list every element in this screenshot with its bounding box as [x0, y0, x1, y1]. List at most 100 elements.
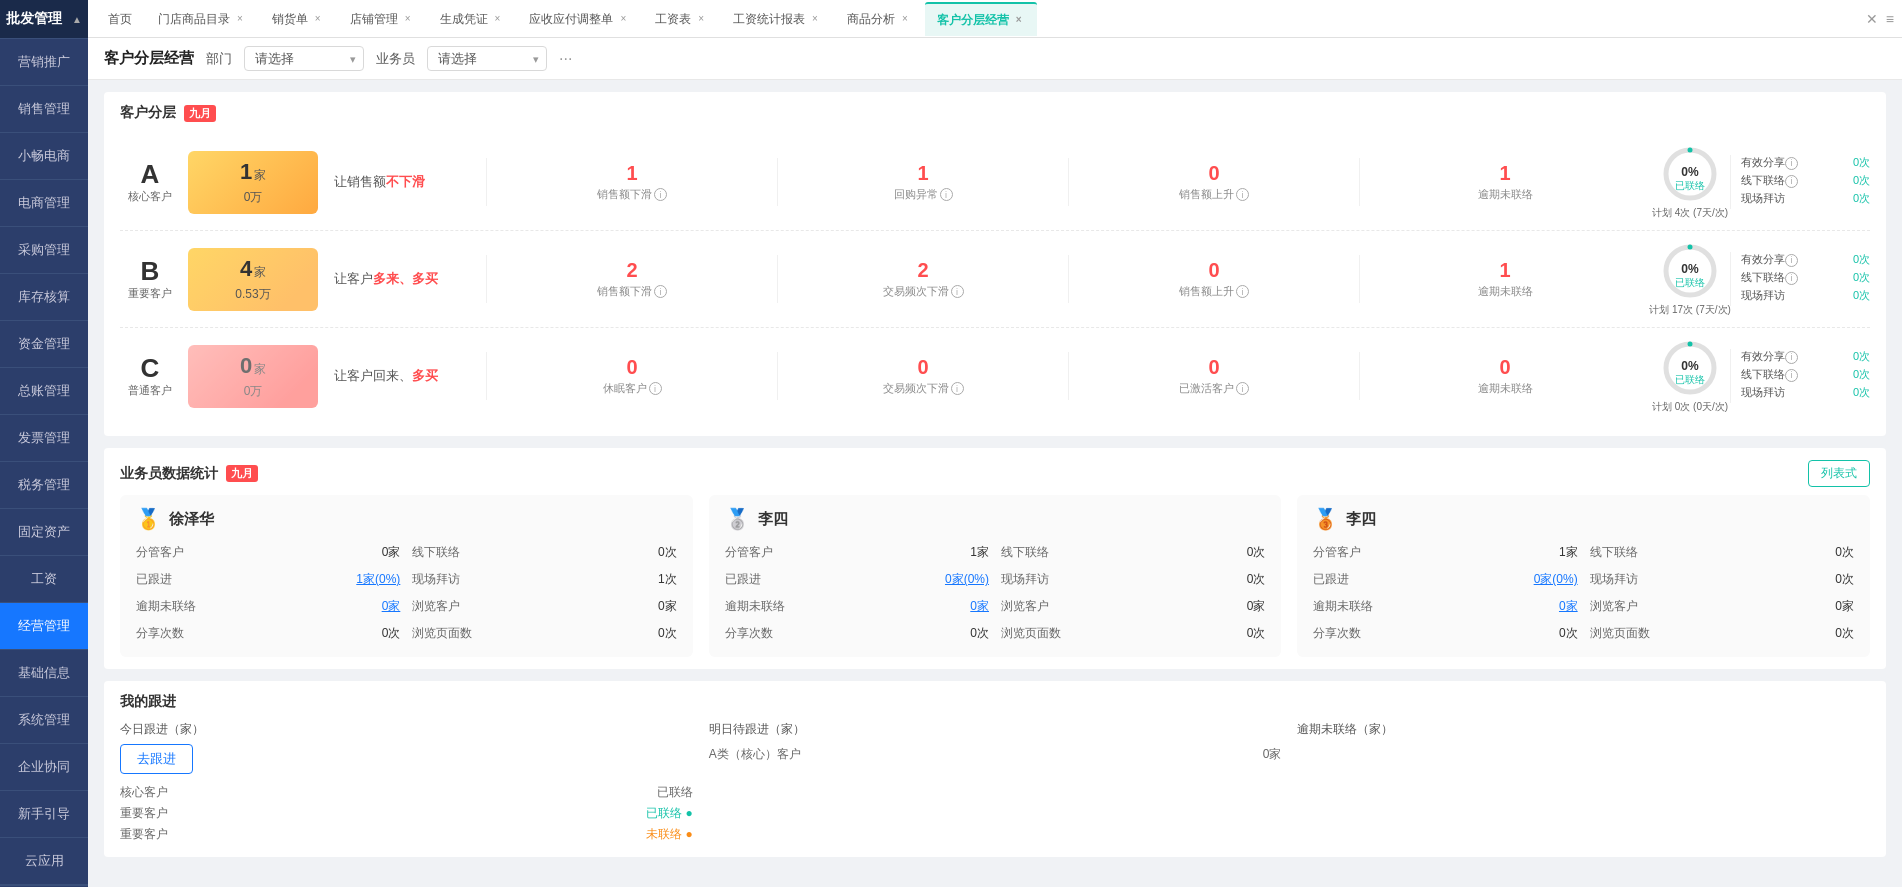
staff-select-wrap: 请选择: [427, 46, 547, 71]
customer-tier-section: 客户分层 九月 A核心客户1家0万让销售额不下滑1销售额下滑i1回购异常i0销售…: [104, 92, 1886, 436]
info-icon[interactable]: i: [654, 285, 667, 298]
tab-close-应收应付调整单[interactable]: ×: [617, 7, 629, 31]
sidebar-item-云应用[interactable]: 云应用: [0, 838, 88, 885]
sp-header-0: 🥇 徐泽华: [136, 507, 677, 531]
sidebar-item-电商管理[interactable]: 电商管理: [0, 180, 88, 227]
tab-工资统计报表[interactable]: 工资统计报表×: [721, 2, 833, 36]
followup-grid: 今日跟进（家） 去跟进 核心客户 已联络 重要客户 已联络 ● 重要客户 未联络…: [120, 721, 1870, 845]
tier-count-A: 1家0万: [188, 151, 318, 214]
page-title: 客户分层经营: [104, 49, 194, 68]
sidebar-item-小畅电商[interactable]: 小畅电商: [0, 133, 88, 180]
tier-circle-C: 0% 已联络 计划 0次 (0天/次): [1650, 338, 1730, 414]
info-icon[interactable]: i: [1236, 285, 1249, 298]
info-icon[interactable]: i: [951, 285, 964, 298]
info-icon[interactable]: i: [1785, 254, 1798, 267]
tier-row-B: B重要客户4家0.53万让客户多来、多买2销售额下滑i2交易频次下滑i0销售额上…: [120, 231, 1870, 328]
tab-close-工资表[interactable]: ×: [695, 7, 707, 31]
customer-tier-title: 客户分层 九月: [120, 104, 1870, 122]
sidebar-header-title: 批发管理: [6, 10, 62, 28]
sidebar-item-库存核算[interactable]: 库存核算: [0, 274, 88, 321]
sidebar-collapse-icon[interactable]: ▲: [72, 14, 82, 25]
sp-grid-0: 分管客户0家线下联络0次已跟进1家(0%)现场拜访1次逾期未联络0家浏览客户0家…: [136, 541, 677, 645]
salesperson-month: 九月: [226, 465, 258, 482]
sidebar-item-营销推广[interactable]: 营销推广: [0, 39, 88, 86]
tier-count-B: 4家0.53万: [188, 248, 318, 311]
goto-followup-button[interactable]: 去跟进: [120, 744, 193, 774]
tabbar-controls: ✕ ≡: [1866, 11, 1894, 27]
staff-label: 业务员: [376, 50, 415, 68]
info-icon[interactable]: i: [1236, 188, 1249, 201]
tab-生成凭证[interactable]: 生成凭证×: [428, 2, 516, 36]
tab-close-客户分层经营[interactable]: ×: [1013, 8, 1025, 32]
sidebar-item-经营管理[interactable]: 经营管理: [0, 603, 88, 650]
sp-left-col: 已跟进0家(0%): [725, 568, 989, 591]
info-icon[interactable]: i: [1785, 351, 1798, 364]
sidebar-item-系统管理[interactable]: 系统管理: [0, 697, 88, 744]
tab-more-icon[interactable]: ≡: [1886, 11, 1894, 27]
medal-icon: 🥇: [136, 507, 161, 531]
today-followup-col: 今日跟进（家） 去跟进 核心客户 已联络 重要客户 已联络 ● 重要客户 未联络…: [120, 721, 693, 845]
dept-label: 部门: [206, 50, 232, 68]
sp-header-2: 🥉李四: [1313, 507, 1854, 531]
sp-name: 徐泽华: [169, 510, 214, 529]
info-icon[interactable]: i: [1785, 157, 1798, 170]
toolbar-dots[interactable]: ···: [559, 50, 572, 68]
sidebar-item-基础信息[interactable]: 基础信息: [0, 650, 88, 697]
sidebar-item-税务管理[interactable]: 税务管理: [0, 462, 88, 509]
overdue-followup-col: 逾期未联络（家）: [1297, 721, 1870, 845]
info-icon[interactable]: i: [1785, 369, 1798, 382]
tab-close-生成凭证[interactable]: ×: [492, 7, 504, 31]
sp-left-col: 逾期未联络0家: [725, 595, 989, 618]
tab-close-商品分析[interactable]: ×: [899, 7, 911, 31]
sp-right-col: 浏览页面数0次: [412, 622, 676, 645]
info-icon[interactable]: i: [940, 188, 953, 201]
sp-right-col: 线下联络0次: [412, 541, 676, 564]
tomorrow-row-a: A类（核心）客户 0家: [709, 744, 1282, 765]
tab-工资表[interactable]: 工资表×: [643, 2, 719, 36]
info-icon[interactable]: i: [1236, 382, 1249, 395]
tier-label-A: A核心客户: [120, 161, 180, 204]
toolbar: 客户分层经营 部门 请选择 业务员 请选择 ···: [88, 38, 1902, 80]
sidebar-header[interactable]: 批发管理 ▲: [0, 0, 88, 39]
tab-应收应付调整单[interactable]: 应收应付调整单×: [517, 2, 641, 36]
tab-销货单[interactable]: 销货单×: [260, 2, 336, 36]
tab-close-all-icon[interactable]: ✕: [1866, 11, 1878, 27]
staff-select[interactable]: 请选择: [427, 46, 547, 71]
sidebar-item-总账管理[interactable]: 总账管理: [0, 368, 88, 415]
followup-row-important2: 重要客户 未联络 ●: [120, 824, 693, 845]
sidebar-item-新手引导[interactable]: 新手引导: [0, 791, 88, 838]
sidebar-item-采购管理[interactable]: 采购管理: [0, 227, 88, 274]
tab-close-门店商品目录[interactable]: ×: [234, 7, 246, 31]
list-view-button[interactable]: 列表式: [1808, 460, 1870, 487]
followup-section: 我的跟进 今日跟进（家） 去跟进 核心客户 已联络 重要客户 已联络 ● 重要客…: [104, 681, 1886, 857]
sp-right-col: 浏览客户0家: [1590, 595, 1854, 618]
tab-商品分析[interactable]: 商品分析×: [835, 2, 923, 36]
info-icon[interactable]: i: [654, 188, 667, 201]
tab-客户分层经营[interactable]: 客户分层经营×: [925, 2, 1037, 36]
sidebar-item-企业协同[interactable]: 企业协同: [0, 744, 88, 791]
right-stat-row: 现场拜访0次: [1741, 191, 1870, 206]
info-icon[interactable]: i: [1785, 272, 1798, 285]
tier-stats-A: 1销售额下滑i1回购异常i0销售额上升i1逾期未联络: [486, 158, 1650, 206]
sidebar-item-销售管理[interactable]: 销售管理: [0, 86, 88, 133]
tab-close-销货单[interactable]: ×: [312, 7, 324, 31]
tier-stats-B: 2销售额下滑i2交易频次下滑i0销售额上升i1逾期未联络: [486, 255, 1650, 303]
tab-close-工资统计报表[interactable]: ×: [809, 7, 821, 31]
tab-close-店铺管理[interactable]: ×: [402, 7, 414, 31]
sidebar-item-固定资产[interactable]: 固定资产: [0, 509, 88, 556]
tier-right-stats-A: 有效分享i0次线下联络i0次现场拜访0次: [1730, 155, 1870, 209]
stat-item: 1回购异常i: [777, 158, 1068, 206]
tab-门店商品目录[interactable]: 门店商品目录×: [146, 2, 258, 36]
tabbar: 首页门店商品目录×销货单×店铺管理×生成凭证×应收应付调整单×工资表×工资统计报…: [88, 0, 1902, 38]
sp-left-col: 分享次数0次: [1313, 622, 1577, 645]
sidebar-item-资金管理[interactable]: 资金管理: [0, 321, 88, 368]
tab-店铺管理[interactable]: 店铺管理×: [338, 2, 426, 36]
stat-item: 0逾期未联络: [1359, 352, 1650, 400]
info-icon[interactable]: i: [649, 382, 662, 395]
sidebar-item-工资[interactable]: 工资: [0, 556, 88, 603]
sidebar-item-发票管理[interactable]: 发票管理: [0, 415, 88, 462]
tab-首页[interactable]: 首页: [96, 2, 144, 36]
info-icon[interactable]: i: [1785, 175, 1798, 188]
dept-select[interactable]: 请选择: [244, 46, 364, 71]
info-icon[interactable]: i: [951, 382, 964, 395]
